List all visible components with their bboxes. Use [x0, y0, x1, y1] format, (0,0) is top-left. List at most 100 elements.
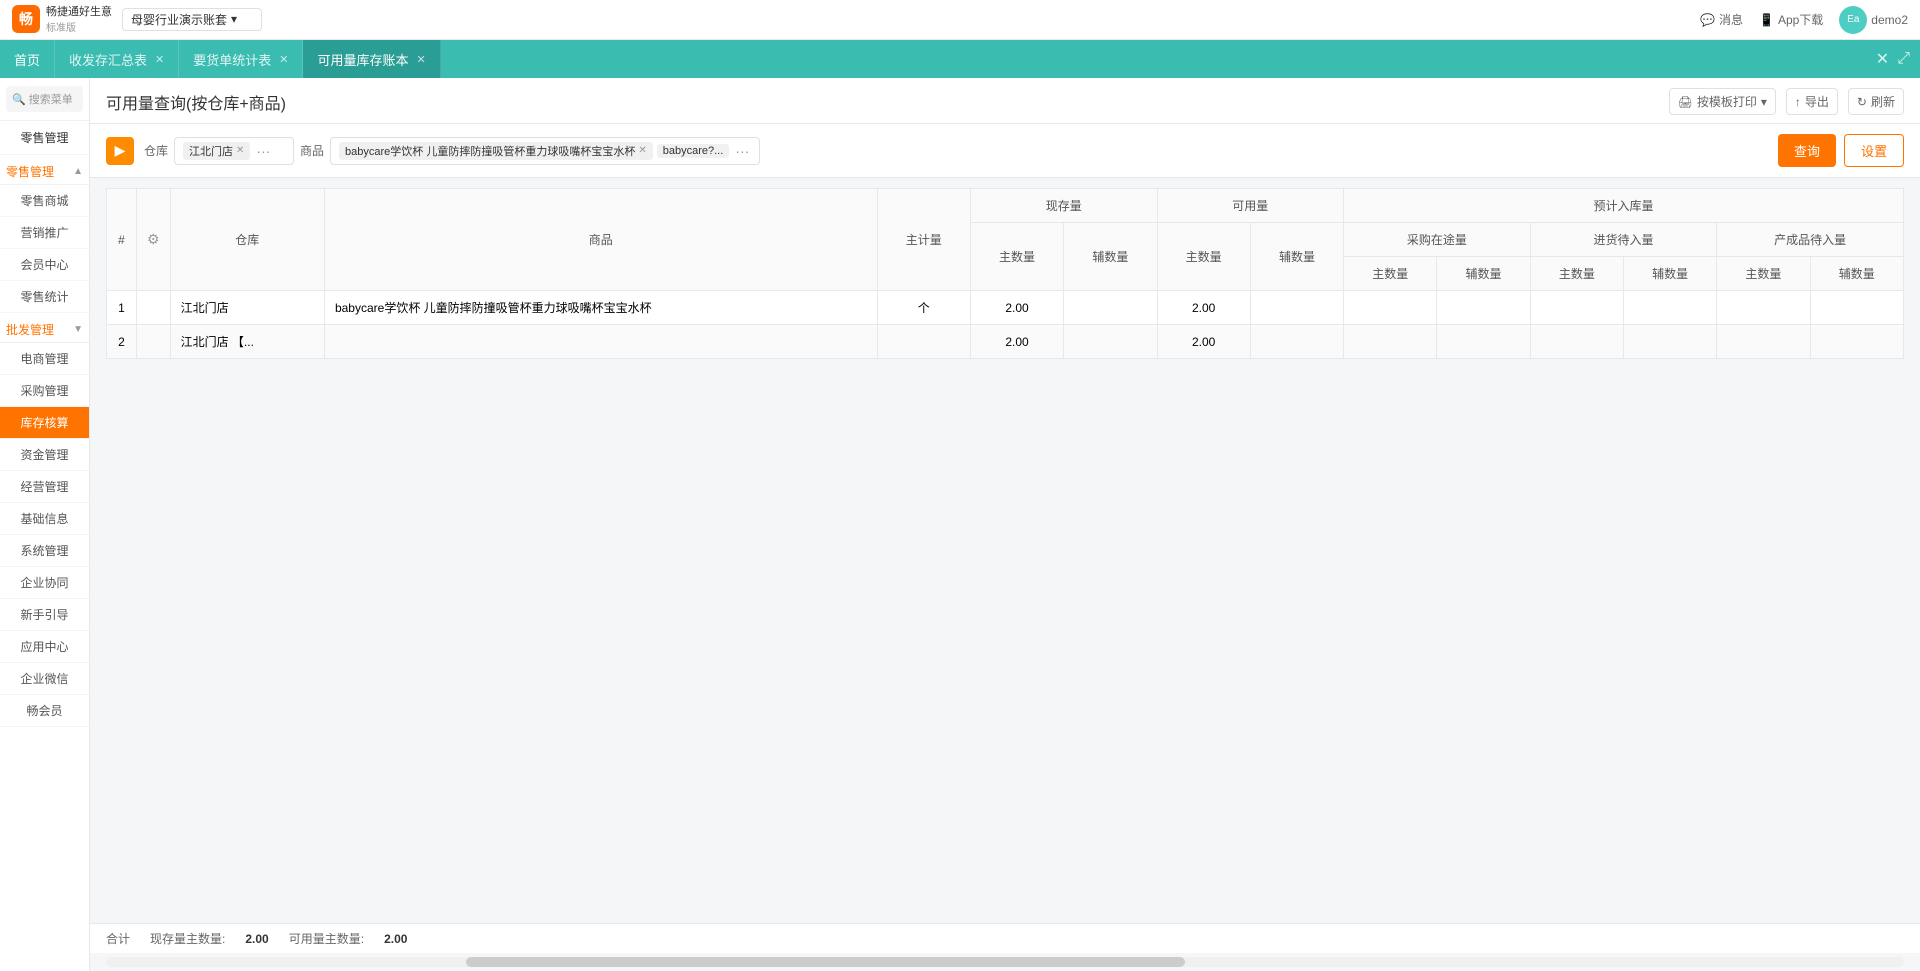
th-product-pending: 产成品待入量: [1717, 223, 1904, 257]
refresh-icon: ↻: [1857, 95, 1867, 109]
row2-seq: 2: [107, 325, 137, 359]
product-tag1-close[interactable]: ✕: [638, 145, 646, 156]
sidebar-item-retail-stats[interactable]: 零售统计: [0, 281, 89, 313]
search-menu-button[interactable]: 🔍 搜索菜单: [6, 86, 83, 112]
refresh-button[interactable]: ↻ 刷新: [1848, 88, 1904, 115]
page-actions: 🖨 按模板打印 ▾ ↑ 导出 ↻ 刷新: [1669, 88, 1904, 115]
sidebar-item-inventory-check[interactable]: 库存核算: [0, 407, 89, 439]
tab-close-order-stats[interactable]: ✕: [279, 53, 288, 66]
table-container: # ⚙ 仓库 商品 主计量 现存量 可用量 预计入库量 主数量 辅数量: [90, 178, 1920, 923]
row2-warehouse: 江北门店 【...: [170, 325, 324, 359]
row1-product-aux: [1810, 291, 1903, 325]
tab-receive-send[interactable]: 收发存汇总表 ✕: [55, 40, 179, 78]
nav-close-icon[interactable]: ✕: [1876, 49, 1889, 69]
sidebar-item-operations-mgmt[interactable]: 经营管理: [0, 471, 89, 503]
row2-settings: [137, 325, 171, 359]
sidebar-item-retail-mgmt[interactable]: 零售管理 ▲: [0, 155, 89, 185]
export-button[interactable]: ↑ 导出: [1786, 88, 1838, 115]
filter-toggle-button[interactable]: ▶: [106, 137, 134, 165]
product-more-dots[interactable]: ···: [733, 143, 751, 159]
filter-buttons: 查询 设置: [1778, 134, 1904, 167]
row1-current-main: 2.00: [970, 291, 1063, 325]
content-area: 可用量查询(按仓库+商品) 🖨 按模板打印 ▾ ↑ 导出 ↻ 刷新: [90, 78, 1920, 971]
th-main-unit: 主计量: [877, 189, 970, 291]
tab-home[interactable]: 首页: [0, 40, 55, 78]
tab-close-receive-send[interactable]: ✕: [155, 53, 164, 66]
th-current-aux: 辅数量: [1064, 223, 1157, 291]
tab-order-stats[interactable]: 要货单统计表 ✕: [179, 40, 303, 78]
sidebar-item-finance-mgmt[interactable]: 资金管理: [0, 439, 89, 471]
product-tag-2: babycare?...: [657, 144, 730, 158]
sidebar-item-new-guide[interactable]: 新手引导: [0, 599, 89, 631]
query-button[interactable]: 查询: [1778, 134, 1836, 167]
product-label: 商品: [300, 142, 324, 159]
sidebar-item-system-mgmt[interactable]: 系统管理: [0, 535, 89, 567]
page-header: 可用量查询(按仓库+商品) 🖨 按模板打印 ▾ ↑ 导出 ↻ 刷新: [90, 78, 1920, 124]
sidebar-item-retail-mall[interactable]: 零售商城: [0, 185, 89, 217]
page-title: 可用量查询(按仓库+商品): [106, 90, 286, 114]
sidebar-item-enterprise-collab[interactable]: 企业协同: [0, 567, 89, 599]
message-icon: 💬: [1700, 13, 1715, 27]
sidebar-item-ecommerce-mgmt[interactable]: 电商管理: [0, 343, 89, 375]
export-icon: ↑: [1795, 95, 1801, 109]
row1-product-main: [1717, 291, 1810, 325]
row2-current-main: 2.00: [970, 325, 1063, 359]
summary-available-value: 2.00: [384, 932, 407, 946]
row1-incoming-main: [1530, 291, 1623, 325]
tab-close-available-stock[interactable]: ✕: [417, 53, 426, 66]
row2-incoming-main: [1530, 325, 1623, 359]
top-bar-right: 💬 消息 📱 App下载 Ea demo2: [1700, 6, 1908, 34]
th-product: 商品: [324, 189, 877, 291]
row1-available-aux: [1250, 291, 1343, 325]
row2-current-aux: [1064, 325, 1157, 359]
th-incoming-pending: 进货待入量: [1530, 223, 1717, 257]
product-input[interactable]: babycare学饮杯 儿童防摔防撞吸管杯重力球吸嘴杯宝宝水杯 ✕ babyca…: [330, 137, 760, 165]
logo-sub: 标准版: [46, 19, 112, 34]
warehouse-more-dots[interactable]: ···: [254, 143, 272, 159]
sidebar-item-member-center[interactable]: 会员中心: [0, 249, 89, 281]
chevron-up-icon: ▲: [73, 166, 83, 177]
template-print-button[interactable]: 🖨 按模板打印 ▾: [1669, 88, 1776, 115]
sidebar-item-quick-nav[interactable]: 零售管理: [0, 121, 89, 155]
nav-expand-icon[interactable]: ⤢: [1897, 50, 1910, 68]
top-bar: 畅 畅捷通好生意 标准版 母婴行业演示账套 ▾ 💬 消息 📱 App下载 Ea …: [0, 0, 1920, 40]
summary-current-label: 现存量主数量:: [150, 930, 225, 947]
sidebar-item-wholesale-mgmt[interactable]: 批发管理 ▼: [0, 313, 89, 343]
row1-purchase-aux: [1437, 291, 1530, 325]
app-download-button[interactable]: 📱 App下载: [1759, 11, 1823, 28]
row2-product-aux: [1810, 325, 1903, 359]
settings-icon: ⚙: [147, 231, 160, 247]
setting-button[interactable]: 设置: [1844, 134, 1904, 167]
th-seq: #: [107, 189, 137, 291]
sidebar-item-marketing[interactable]: 营销推广: [0, 217, 89, 249]
sidebar-item-purchase-mgmt[interactable]: 采购管理: [0, 375, 89, 407]
bottom-summary-area: 合计 现存量主数量: 2.00 可用量主数量: 2.00: [90, 923, 1920, 953]
user-profile[interactable]: Ea demo2: [1839, 6, 1908, 34]
table-row: 2 江北门店 【... 2.00 2.00: [107, 325, 1904, 359]
row2-product-main: [1717, 325, 1810, 359]
filter-area: ▶ 仓库 江北门店 ✕ ··· 商品 babycare学饮杯 儿童防摔防撞吸管杯…: [90, 124, 1920, 178]
horizontal-scrollbar[interactable]: [106, 957, 1904, 967]
logo-text: 畅捷通好生意: [46, 5, 112, 19]
th-settings[interactable]: ⚙: [137, 189, 171, 291]
th-purchase-main: 主数量: [1344, 257, 1437, 291]
th-current-main: 主数量: [970, 223, 1063, 291]
warehouse-input[interactable]: 江北门店 ✕ ···: [174, 137, 294, 165]
sidebar-item-app-center[interactable]: 应用中心: [0, 631, 89, 663]
sidebar-item-basic-info[interactable]: 基础信息: [0, 503, 89, 535]
industry-selector[interactable]: 母婴行业演示账套 ▾: [122, 8, 262, 31]
sidebar-item-enterprise-wechat[interactable]: 企业微信: [0, 663, 89, 695]
message-button[interactable]: 💬 消息: [1700, 11, 1743, 28]
th-current-stock: 现存量: [970, 189, 1157, 223]
tab-available-stock[interactable]: 可用量库存账本 ✕: [303, 40, 440, 78]
row2-main-unit: [877, 325, 970, 359]
warehouse-tag-close[interactable]: ✕: [236, 145, 244, 156]
nav-tab-right: ✕ ⤢: [1876, 49, 1920, 69]
sidebar-item-vip-member[interactable]: 畅会员: [0, 695, 89, 727]
row1-current-aux: [1064, 291, 1157, 325]
print-icon: 🖨: [1678, 95, 1693, 109]
product-tag-1: babycare学饮杯 儿童防摔防撞吸管杯重力球吸嘴杯宝宝水杯 ✕: [339, 142, 653, 160]
warehouse-tag: 江北门店 ✕: [183, 142, 250, 160]
row1-purchase-main: [1344, 291, 1437, 325]
scrollbar-thumb[interactable]: [466, 957, 1185, 967]
